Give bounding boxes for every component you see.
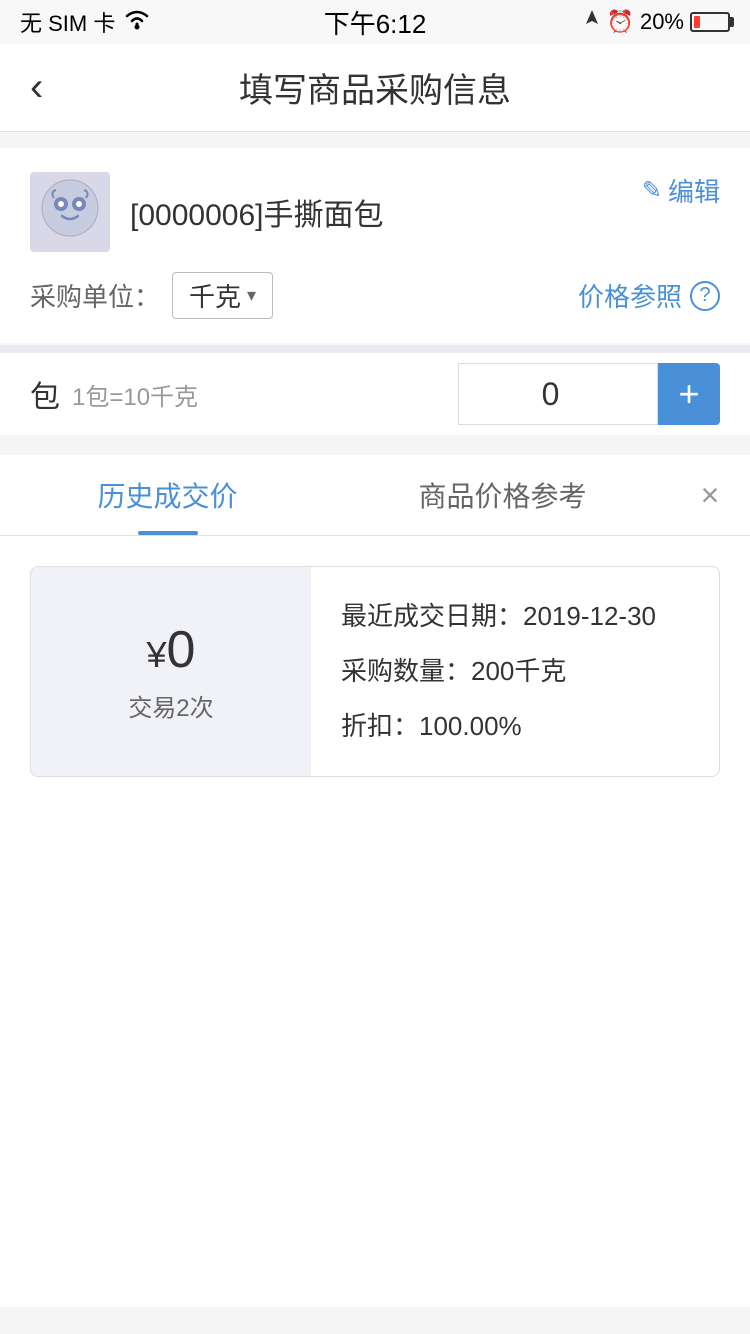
tab-content: ¥0 交易2次 最近成交日期：2019-12-30 采购数量：200千克 折扣：… bbox=[0, 536, 750, 807]
quantity-section: 包 1包=10千克 + bbox=[0, 345, 750, 435]
price-detail-date: 最近成交日期：2019-12-30 bbox=[341, 597, 689, 636]
status-left: 无 SIM 卡 bbox=[20, 6, 151, 38]
quantity-plus-button[interactable]: + bbox=[658, 363, 720, 425]
tab-close-button[interactable]: × bbox=[670, 455, 750, 535]
currency-symbol: ¥ bbox=[147, 634, 167, 675]
tab-history-label: 历史成交价 bbox=[97, 475, 237, 515]
qty-right: + bbox=[458, 363, 720, 425]
status-time: 下午6:12 bbox=[324, 4, 427, 41]
edit-button[interactable]: ✎ 编辑 bbox=[642, 172, 720, 209]
product-top: [0000006]手撕面包 ✎ 编辑 bbox=[30, 172, 720, 252]
unit-row: 采购单位： 千克 ▾ bbox=[30, 272, 273, 319]
status-bar: 无 SIM 卡 下午6:12 ⏰ 20% bbox=[0, 0, 750, 44]
alarm-icon: ⏰ bbox=[607, 9, 634, 35]
price-value: 0 bbox=[167, 621, 196, 679]
back-button[interactable]: ‹ bbox=[30, 65, 90, 110]
price-amount: ¥0 bbox=[147, 620, 196, 680]
tabs-header: 历史成交价 商品价格参考 × bbox=[0, 455, 750, 536]
price-ref-label: 价格参照 bbox=[578, 277, 682, 314]
wifi-icon bbox=[123, 8, 151, 36]
tabs-section: 历史成交价 商品价格参考 × ¥0 交易2次 最近成交日期：2019-12-30… bbox=[0, 455, 750, 807]
edit-label: 编辑 bbox=[668, 172, 720, 209]
battery-icon bbox=[690, 12, 730, 32]
page-title: 填写商品采购信息 bbox=[239, 63, 511, 112]
no-sim-text: 无 SIM 卡 bbox=[20, 6, 115, 38]
price-reference-button[interactable]: 价格参照 ? bbox=[578, 277, 720, 314]
date-value: 2019-12-30 bbox=[523, 601, 656, 631]
qty-conversion: 1包=10千克 bbox=[72, 377, 198, 412]
quantity-input[interactable] bbox=[458, 363, 658, 425]
tab-price-reference[interactable]: 商品价格参考 bbox=[335, 455, 670, 535]
discount-value: 100.00% bbox=[419, 711, 522, 741]
help-icon: ? bbox=[690, 281, 720, 311]
chevron-down-icon: ▾ bbox=[247, 285, 256, 306]
unit-value: 千克 bbox=[189, 277, 241, 314]
edit-icon: ✎ bbox=[642, 176, 662, 205]
tab-reference-label: 商品价格参考 bbox=[418, 475, 586, 515]
battery-percent: 20% bbox=[640, 9, 684, 35]
tab-history-price[interactable]: 历史成交价 bbox=[0, 455, 335, 535]
qty-left: 包 1包=10千克 bbox=[30, 372, 198, 416]
price-detail-quantity: 采购数量：200千克 bbox=[341, 652, 689, 691]
bottom-white-area bbox=[0, 807, 750, 1307]
price-card: ¥0 交易2次 最近成交日期：2019-12-30 采购数量：200千克 折扣：… bbox=[30, 566, 720, 777]
product-card: [0000006]手撕面包 ✎ 编辑 采购单位： 千克 ▾ 价格参照 ? bbox=[0, 148, 750, 343]
unit-label: 采购单位： bbox=[30, 277, 160, 314]
price-left-panel: ¥0 交易2次 bbox=[31, 567, 311, 776]
product-left: [0000006]手撕面包 bbox=[30, 172, 383, 252]
product-bottom: 采购单位： 千克 ▾ 价格参照 ? bbox=[30, 272, 720, 319]
trade-count: 交易2次 bbox=[128, 688, 213, 723]
status-right: ⏰ 20% bbox=[583, 8, 730, 36]
product-thumbnail bbox=[30, 172, 110, 252]
location-icon bbox=[583, 8, 601, 36]
unit-select-button[interactable]: 千克 ▾ bbox=[172, 272, 273, 319]
quantity-label: 采购数量： bbox=[341, 656, 471, 686]
quantity-value: 200千克 bbox=[471, 656, 566, 686]
discount-label: 折扣： bbox=[341, 711, 419, 741]
close-icon: × bbox=[701, 477, 720, 514]
nav-bar: ‹ 填写商品采购信息 bbox=[0, 44, 750, 132]
date-label: 最近成交日期： bbox=[341, 601, 523, 631]
qty-unit-label: 包 bbox=[30, 372, 60, 416]
product-image-icon bbox=[40, 178, 100, 247]
product-name: [0000006]手撕面包 bbox=[130, 190, 383, 234]
price-detail-discount: 折扣：100.00% bbox=[341, 707, 689, 746]
price-right-panel: 最近成交日期：2019-12-30 采购数量：200千克 折扣：100.00% bbox=[311, 567, 719, 776]
